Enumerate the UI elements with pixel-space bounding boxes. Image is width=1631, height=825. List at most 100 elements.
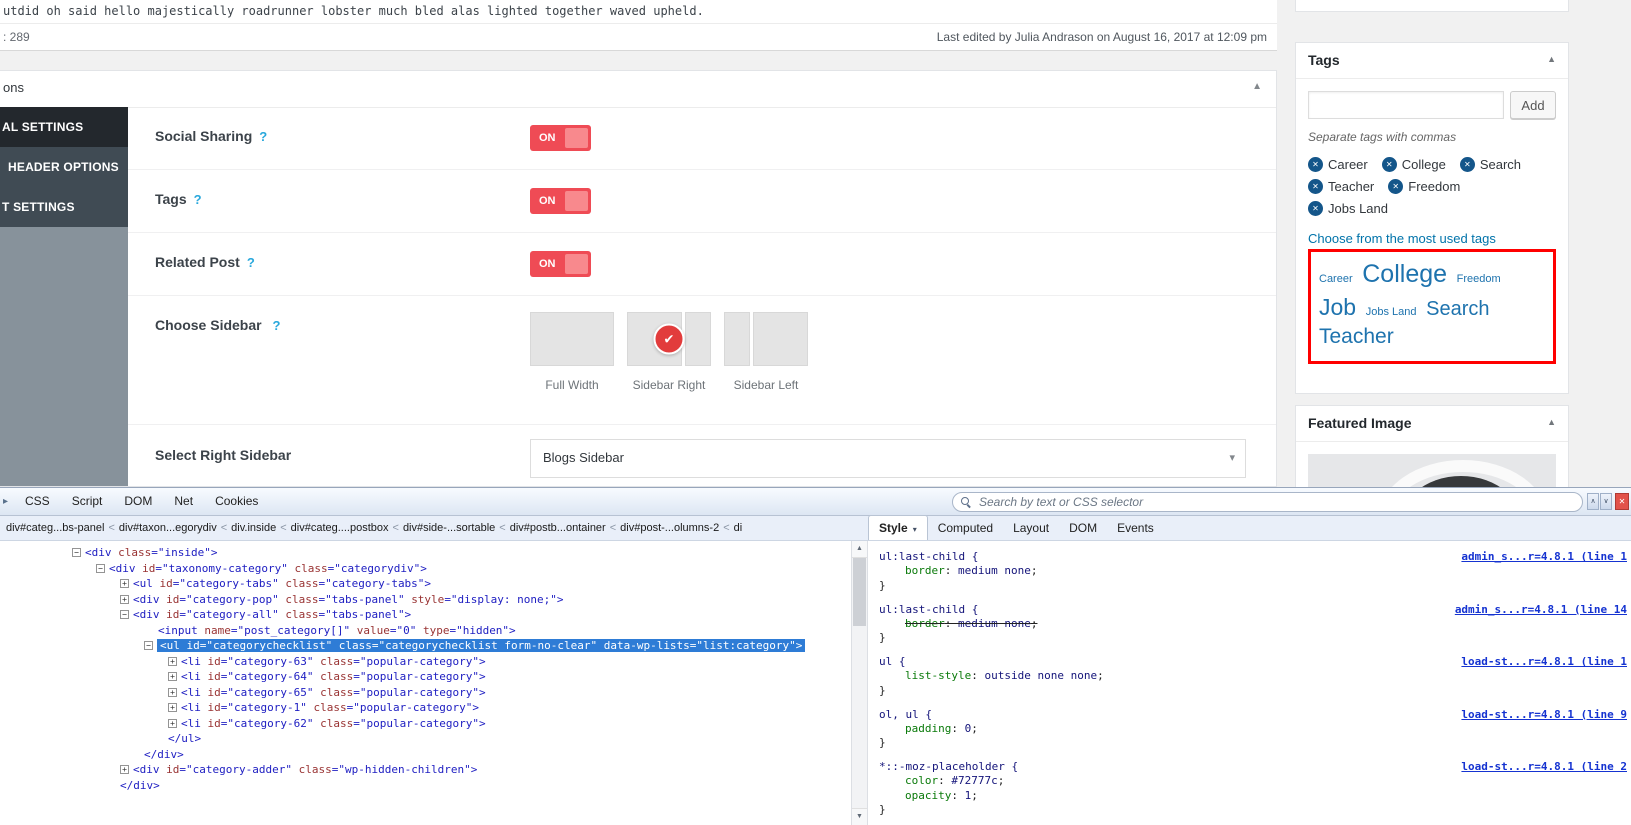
remove-tag-icon[interactable]: ✕ (1388, 178, 1404, 194)
collapse-icon[interactable]: − (120, 610, 129, 619)
help-icon[interactable]: ? (247, 255, 255, 270)
css-property[interactable]: list-style: outside none none; (879, 669, 1631, 684)
tagcloud-item-job[interactable]: Job (1319, 294, 1356, 320)
remove-tag-icon[interactable]: ✕ (1308, 178, 1323, 194)
tagcloud-item-career[interactable]: Career (1319, 273, 1353, 285)
html-tree-line[interactable]: + <li id="category-65" class="popular-cat… (0, 685, 851, 701)
breadcrumb-item[interactable]: div#postb...ontainer (510, 522, 606, 534)
tagcloud-item-freedom[interactable]: Freedom (1457, 273, 1501, 285)
collapse-icon[interactable]: − (144, 641, 153, 650)
firebug-tab-cookies[interactable]: Cookies (204, 488, 269, 515)
side-tab-layout[interactable]: Layout (1003, 516, 1059, 540)
remove-tag-icon[interactable]: ✕ (1308, 200, 1323, 216)
expand-icon[interactable]: + (168, 656, 177, 666)
expand-icon[interactable]: + (120, 765, 129, 774)
expand-icon[interactable]: + (120, 579, 129, 588)
breadcrumb-item[interactable]: div#categ...bs-panel (6, 522, 104, 534)
post-content-text[interactable]: utdid oh said hello majestically roadrun… (0, 0, 1277, 23)
nav-item-al-settings[interactable]: AL SETTINGS (0, 107, 128, 147)
toggle-tags[interactable]: ON (530, 188, 591, 214)
html-tree-line[interactable]: + <li id="category-62" class="popular-cat… (0, 716, 851, 732)
tagcloud-item-search[interactable]: Search (1426, 298, 1489, 320)
help-icon[interactable]: ? (272, 318, 280, 333)
css-property[interactable]: border: medium none; (879, 617, 1631, 632)
firebug-tab-net[interactable]: Net (163, 488, 204, 515)
html-tree-line[interactable]: + <li id="category-64" class="popular-cat… (0, 669, 851, 685)
breadcrumb-item[interactable]: div#taxon...egorydiv (119, 522, 217, 534)
css-property[interactable]: padding: 0; (879, 722, 1631, 737)
css-property[interactable]: border: medium none; (879, 564, 1631, 579)
breadcrumb-item[interactable]: div#side-...sortable (403, 522, 495, 534)
scrollbar-thumb[interactable] (853, 558, 866, 626)
collapse-icon[interactable]: − (96, 563, 105, 573)
search-input[interactable] (977, 494, 1574, 510)
most-used-tags-link[interactable]: Choose from the most used tags (1308, 231, 1496, 246)
source-link[interactable]: load-st...r=4.8.1 (line 9 (1461, 707, 1627, 722)
nav-item-t-settings[interactable]: T SETTINGS (0, 187, 128, 227)
nav-item-header-options[interactable]: HEADER OPTIONS (0, 147, 128, 187)
html-tree-line[interactable]: + <div id="category-adder" class="wp-hidd… (0, 762, 851, 778)
css-property[interactable]: opacity: 1; (879, 789, 1631, 804)
html-tree-line[interactable]: </div> (0, 778, 851, 794)
tagcloud-item-teacher[interactable]: Teacher (1319, 325, 1394, 348)
html-tree-line[interactable]: + <div id="category-pop" class="tabs-pane… (0, 592, 851, 608)
tags-metabox-header[interactable]: Tags ▲ (1296, 43, 1568, 79)
source-link[interactable]: admin_s...r=4.8.1 (line 1 (1461, 549, 1627, 564)
scroll-down-icon[interactable]: ▼ (852, 808, 867, 825)
breadcrumb-item[interactable]: div#categ....postbox (291, 522, 389, 534)
source-link[interactable]: load-st...r=4.8.1 (line 2 (1461, 759, 1627, 774)
search-next-icon[interactable]: ∨ (1600, 493, 1612, 510)
scrollbar[interactable]: ▲ ▼ (851, 541, 868, 825)
side-tab-style[interactable]: Style ▾ (868, 515, 928, 540)
toggle-social-sharing[interactable]: ON (530, 125, 591, 151)
html-tree-line[interactable]: − <div class="inside"> (0, 545, 851, 561)
html-tree-line[interactable]: − <div id="category-all" class="tabs-pane… (0, 607, 851, 623)
add-tag-button[interactable]: Add (1510, 91, 1556, 119)
breadcrumb-item[interactable]: div#post-...olumns-2 (620, 522, 719, 534)
html-tree-line[interactable]: − <div id="taxonomy-category" class="cate… (0, 561, 851, 577)
help-icon[interactable]: ? (194, 192, 202, 207)
layout-option-sidebar-left[interactable]: Sidebar Left (724, 312, 808, 392)
expand-icon[interactable]: + (168, 672, 177, 681)
run-icon[interactable]: ▸ (3, 496, 8, 507)
html-tree-line[interactable]: </ul> (0, 731, 851, 747)
side-tab-events[interactable]: Events (1107, 516, 1164, 540)
breadcrumb-item[interactable]: div.inside (231, 522, 276, 534)
html-tree-line[interactable]: <input name="post_category[]" value="0" … (0, 623, 851, 639)
collapse-panel-icon[interactable]: ▲ (1252, 81, 1262, 92)
breadcrumb-item[interactable]: di (734, 522, 743, 534)
html-tree-line[interactable]: + <ul id="category-tabs" class="category-… (0, 576, 851, 592)
layout-option-full-width[interactable]: Full Width (530, 312, 614, 392)
css-property[interactable]: color: #72777c; (879, 774, 1631, 789)
remove-tag-icon[interactable]: ✕ (1459, 156, 1475, 172)
tagcloud-item-jobs-land[interactable]: Jobs Land (1366, 306, 1417, 318)
source-link[interactable]: admin_s...r=4.8.1 (line 14 (1455, 602, 1627, 617)
expand-icon[interactable]: + (168, 687, 177, 697)
expand-icon[interactable]: + (168, 718, 177, 728)
collapse-icon[interactable]: − (72, 548, 81, 557)
layout-option-sidebar-right[interactable]: ✔ Sidebar Right (627, 312, 711, 392)
remove-tag-icon[interactable]: ✕ (1381, 156, 1397, 172)
close-icon[interactable]: ✕ (1615, 493, 1629, 510)
firebug-tab-css[interactable]: CSS (14, 488, 61, 515)
toggle-related-post[interactable]: ON (530, 251, 591, 277)
new-tag-input[interactable] (1308, 91, 1504, 119)
search-prev-icon[interactable]: ∧ (1587, 493, 1599, 510)
help-icon[interactable]: ? (259, 129, 267, 144)
right-sidebar-select[interactable]: Blogs Sidebar ▾ (530, 439, 1246, 478)
firebug-tab-dom[interactable]: DOM (113, 488, 163, 515)
html-tree-line[interactable]: − <ul id="categorychecklist" class="categ… (0, 638, 851, 654)
remove-tag-icon[interactable]: ✕ (1308, 156, 1323, 172)
side-tab-dom[interactable]: DOM (1059, 516, 1107, 540)
firebug-tab-script[interactable]: Script (61, 488, 114, 515)
side-tab-computed[interactable]: Computed (928, 516, 1003, 540)
featured-image-header[interactable]: Featured Image ▲ (1296, 406, 1568, 442)
source-link[interactable]: load-st...r=4.8.1 (line 1 (1461, 654, 1627, 669)
expand-icon[interactable]: + (168, 703, 177, 712)
html-tree-line[interactable]: + <li id="category-1" class="popular-cate… (0, 700, 851, 716)
html-tree-line[interactable]: + <li id="category-63" class="popular-cat… (0, 654, 851, 670)
collapse-toggle-icon[interactable]: ▲ (1547, 417, 1556, 427)
scroll-up-icon[interactable]: ▲ (852, 541, 867, 558)
html-tree-line[interactable]: </div> (0, 747, 851, 763)
tagcloud-item-college[interactable]: College (1362, 260, 1447, 288)
